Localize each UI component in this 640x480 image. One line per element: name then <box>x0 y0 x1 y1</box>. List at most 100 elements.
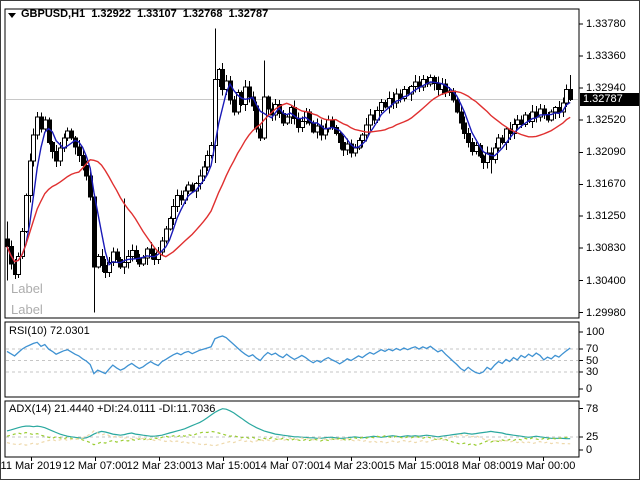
candle-bull <box>315 125 320 133</box>
candle-bull <box>24 195 29 232</box>
candle-bear <box>39 116 44 130</box>
price-tick-label: 1.32940 <box>586 82 626 94</box>
candle-bull <box>186 184 191 192</box>
candle-bear <box>220 69 225 90</box>
candle-bear <box>519 119 524 125</box>
candle-bull <box>65 130 70 139</box>
candle-bear <box>455 99 460 113</box>
candle-bull <box>130 249 135 257</box>
chart-text-object[interactable]: Label <box>11 281 43 296</box>
pane-border <box>4 8 580 319</box>
chart-window: GBPUSD,H1 1.32922 1.33107 1.32768 1.32787 La… <box>0 0 640 480</box>
rsi-scale-label: 70 <box>586 343 599 355</box>
chart-title: GBPUSD,H1 1.32922 1.33107 1.32768 1.32787 <box>21 8 274 20</box>
candle-bull <box>205 154 210 168</box>
symbol-timeframe: GBPUSD,H1 <box>21 8 86 20</box>
candle-bull <box>285 116 290 124</box>
candle-bull <box>360 134 365 141</box>
candle-bear <box>338 132 343 144</box>
candle-bear <box>92 196 97 268</box>
candle-bear <box>149 248 154 254</box>
candle-bear <box>470 142 475 153</box>
adx-indicator-label: ADX(14) 21.4440 +DI:24.0111 -DI:11.7036 <box>9 403 216 415</box>
ohlc-high: 1.33107 <box>136 8 177 20</box>
candle-bull <box>379 101 384 112</box>
candle-bull <box>28 160 33 197</box>
candle-bull <box>413 81 418 87</box>
price-tick-label: 1.32090 <box>586 146 626 158</box>
candle-bear <box>258 128 263 139</box>
price-tick-label: 1.32520 <box>586 114 626 126</box>
candle-bull <box>364 124 369 136</box>
candle-bear <box>481 155 486 163</box>
candle-bull <box>43 119 48 130</box>
rsi-line <box>6 335 571 375</box>
ohlc-open: 1.32922 <box>91 8 131 20</box>
candle-bear <box>81 154 86 166</box>
plusminus-DI-line <box>6 430 571 446</box>
time-tick-label: 19 Mar 00:00 <box>510 460 576 472</box>
price-tick-label: 1.33360 <box>586 50 626 62</box>
candle-bull <box>171 205 176 219</box>
candle-bear <box>568 88 573 101</box>
price-tick-label: 1.30830 <box>586 242 626 254</box>
candle-bull <box>300 120 305 128</box>
adx-scale-label: 0 <box>586 444 593 456</box>
candle-bear <box>436 82 441 90</box>
pane-border <box>4 321 580 398</box>
candle-bull <box>122 261 127 268</box>
price-tick-label: 1.30400 <box>586 275 626 287</box>
candle-bear <box>466 132 471 144</box>
candle-bull <box>553 107 558 113</box>
candle-bull <box>168 217 173 230</box>
candle-bear <box>247 86 252 98</box>
candle-bull <box>141 257 146 265</box>
candle-bear <box>103 264 108 273</box>
candle-bull <box>345 143 350 151</box>
price-tick-label: 1.31670 <box>586 178 626 190</box>
candle-bear <box>100 255 105 266</box>
candle-bear <box>84 164 89 177</box>
candle-bull <box>515 119 520 125</box>
candle-bear <box>296 117 301 128</box>
candle-bear <box>115 251 120 260</box>
candle-bull <box>496 137 501 149</box>
candle-bear <box>311 122 316 133</box>
adx-scale-label: 78 <box>586 403 599 415</box>
candle-bull <box>368 114 373 126</box>
candle-bull <box>202 166 207 177</box>
candle-bull <box>164 228 169 242</box>
candle-bear <box>179 195 184 201</box>
candle-bear <box>50 142 55 153</box>
candle-bear <box>190 184 195 192</box>
minus-DI-line <box>6 430 571 447</box>
price-tick-label: 1.29980 <box>586 307 626 319</box>
symbol-dropdown-icon[interactable] <box>8 13 16 18</box>
candle-bull <box>323 128 328 136</box>
price-tick-label: 1.33780 <box>586 18 626 30</box>
ohlc-close: 1.32787 <box>228 8 269 20</box>
candle-bear <box>5 238 10 248</box>
candle-bull <box>58 147 63 162</box>
candle-bear <box>77 146 82 156</box>
candle-bear <box>341 142 346 151</box>
candle-bear <box>500 137 505 144</box>
candle-bull <box>96 255 101 268</box>
rsi-scale-label: 30 <box>586 366 599 378</box>
candle-bear <box>69 130 74 139</box>
rsi-scale-label: 0 <box>586 383 593 395</box>
candle-bull <box>175 195 180 207</box>
candle-bear <box>73 137 78 148</box>
candle-bear <box>330 119 335 128</box>
candle-bear <box>54 151 59 162</box>
candle-bear <box>266 96 271 110</box>
candle-bear <box>232 99 237 113</box>
ohlc-low: 1.32768 <box>182 8 223 20</box>
candle-bull <box>243 86 248 106</box>
price-tick-label: 1.31250 <box>586 210 626 222</box>
chart-text-object[interactable]: Label <box>11 302 43 317</box>
candle-bull <box>31 134 36 162</box>
candle-bear <box>462 122 467 134</box>
candle-bear <box>459 111 464 124</box>
candle-bear <box>281 113 286 124</box>
